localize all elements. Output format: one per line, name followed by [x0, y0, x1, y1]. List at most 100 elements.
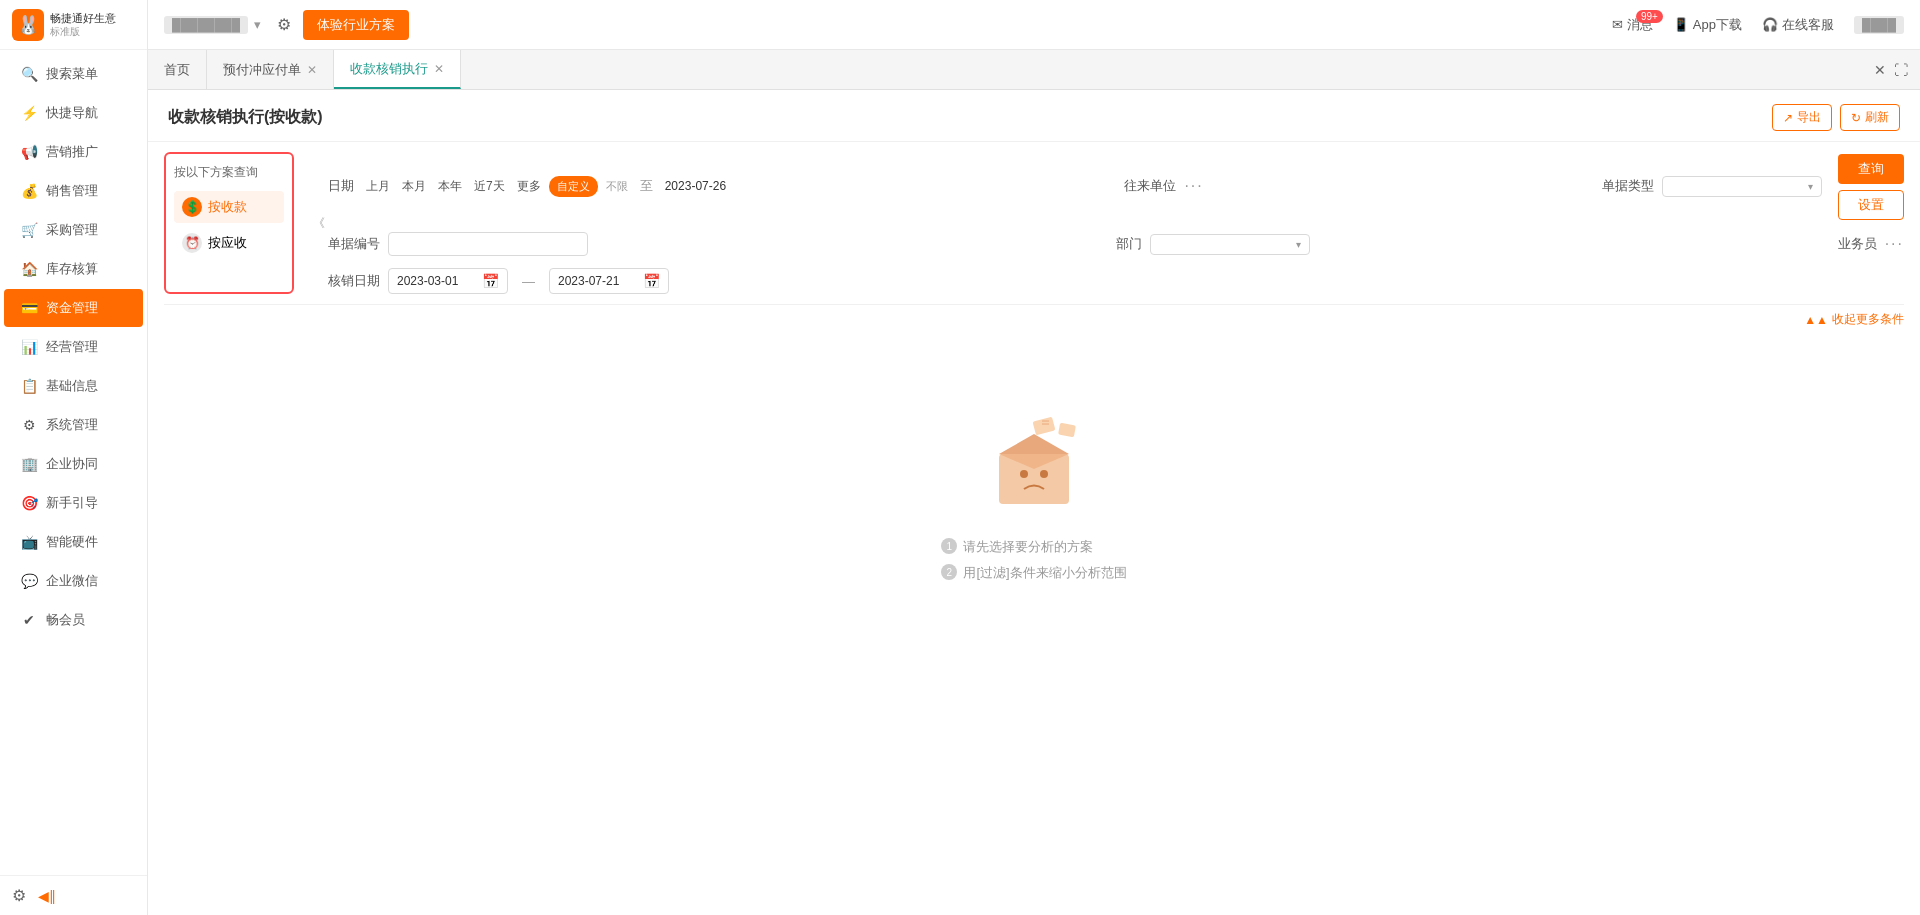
service-icon: 🎧: [1762, 17, 1778, 32]
page-container: 收款核销执行(按收款) ↗ 导出 ↻ 刷新 按以下方案查询: [148, 90, 1920, 915]
svg-point-3: [1020, 470, 1028, 478]
app-icon: 📱: [1673, 17, 1689, 32]
filter-by-receipt[interactable]: 💲 按收款: [174, 191, 284, 223]
sidebar-item-finance[interactable]: 💳 资金管理: [4, 289, 143, 327]
marketing-icon: 📢: [20, 143, 38, 161]
sidebar-item-basic[interactable]: 📋 基础信息: [4, 367, 143, 405]
sidebar-item-enterprise[interactable]: 🏢 企业协同: [4, 445, 143, 483]
staff-label: 业务员: [1838, 235, 1877, 253]
filter-by-receivable[interactable]: ⏰ 按应收: [174, 227, 284, 259]
tab-home[interactable]: 首页: [148, 50, 207, 89]
verify-date-end-input[interactable]: 2023-07-21 📅: [549, 268, 669, 294]
collapse-more-conditions[interactable]: ▲▲ 收起更多条件: [164, 304, 1904, 334]
wechat-icon: 💬: [20, 572, 38, 590]
doctype-select[interactable]: ▾: [1662, 176, 1822, 197]
guide-icon: 🎯: [20, 494, 38, 512]
basic-icon: 📋: [20, 377, 38, 395]
hint-num-2: 2: [941, 564, 957, 580]
dept-field: 部门 ▾: [1116, 234, 1310, 255]
sidebar-label-operation: 经营管理: [46, 338, 98, 356]
top-header: ████████ ▾ ⚙ 体验行业方案 ✉ 消息 99+ 📱 App下载 🎧 在…: [148, 0, 1920, 50]
sidebar-item-quick-nav[interactable]: ⚡ 快捷导航: [4, 94, 143, 132]
member-icon: ✔: [20, 611, 38, 629]
date-label: 日期: [328, 177, 354, 195]
staff-dots-btn[interactable]: ···: [1885, 235, 1904, 253]
empty-hints: 1 请先选择要分析的方案 2 用[过滤]条件来缩小分析范围: [941, 538, 1126, 582]
hardware-icon: 📺: [20, 533, 38, 551]
sidebar-item-purchase[interactable]: 🛒 采购管理: [4, 211, 143, 249]
logo-icon: 🐰: [12, 9, 44, 41]
sidebar-label-finance: 资金管理: [46, 299, 98, 317]
maximize-tab-button[interactable]: ⛶: [1894, 62, 1908, 78]
sidebar-item-search[interactable]: 🔍 搜索菜单: [4, 55, 143, 93]
date-not-limit: 不限: [606, 179, 628, 194]
filter-sidebar: 按以下方案查询 💲 按收款 ⏰ 按应收: [164, 152, 294, 294]
filter-by-receipt-label: 按收款: [208, 198, 247, 216]
sidebar-item-wechat[interactable]: 💬 企业微信: [4, 562, 143, 600]
collapse-label: 收起更多条件: [1832, 311, 1904, 328]
sidebar-nav: 🔍 搜索菜单 ⚡ 快捷导航 📢 营销推广 💰 销售管理 🛒 采购管理 🏠 库存核…: [0, 50, 147, 875]
message-button[interactable]: ✉ 消息 99+: [1612, 16, 1653, 34]
verify-date-field: 核销日期 2023-03-01 📅 — 2023-07-21 📅: [328, 268, 669, 294]
query-button[interactable]: 查询: [1838, 154, 1904, 184]
setting-button[interactable]: 设置: [1838, 190, 1904, 220]
message-icon: ✉: [1612, 17, 1623, 32]
sidebar-label-member: 畅会员: [46, 611, 85, 629]
date-last-month[interactable]: 上月: [362, 176, 394, 197]
date-more[interactable]: 更多: [513, 176, 545, 197]
partner-label: 往来单位: [1124, 177, 1176, 195]
date-7-days[interactable]: 近7天: [470, 176, 509, 197]
filter-form: 日期 上月 本月 本年 近7天 更多 自定义 不限 至 2023: [328, 152, 1904, 294]
app-download-button[interactable]: 📱 App下载: [1673, 16, 1742, 34]
tab-collection-close[interactable]: ✕: [434, 62, 444, 76]
collapse-filter-btn[interactable]: 《: [310, 203, 328, 243]
sidebar-item-sales[interactable]: 💰 销售管理: [4, 172, 143, 210]
receipt-icon: 💲: [182, 197, 202, 217]
empty-hint-2: 2 用[过滤]条件来缩小分析范围: [941, 564, 1126, 582]
solution-button[interactable]: 体验行业方案: [303, 10, 409, 40]
date-buttons: 上月 本月 本年 近7天 更多 自定义: [362, 176, 598, 197]
empty-hint-1: 1 请先选择要分析的方案: [941, 538, 1126, 556]
sidebar-item-operation[interactable]: 📊 经营管理: [4, 328, 143, 366]
tab-prepay[interactable]: 预付冲应付单 ✕: [207, 50, 334, 89]
sidebar-label-system: 系统管理: [46, 416, 98, 434]
docno-input[interactable]: [388, 232, 588, 256]
app-label: App下载: [1693, 16, 1742, 34]
sidebar-item-member[interactable]: ✔ 畅会员: [4, 601, 143, 639]
user-name: ████: [1854, 16, 1904, 34]
docno-label: 单据编号: [328, 235, 380, 253]
export-button[interactable]: ↗ 导出: [1772, 104, 1832, 131]
online-service-button[interactable]: 🎧 在线客服: [1762, 16, 1834, 34]
calendar-start-icon: 📅: [482, 273, 499, 289]
page-header: 收款核销执行(按收款) ↗ 导出 ↻ 刷新: [148, 90, 1920, 142]
settings-icon[interactable]: ⚙: [12, 886, 26, 905]
collapse-sidebar-icon[interactable]: ◀‖: [38, 888, 56, 904]
sidebar-item-system[interactable]: ⚙ 系统管理: [4, 406, 143, 444]
header-gear-icon[interactable]: ⚙: [277, 15, 291, 34]
sidebar: 🐰 畅捷通好生意 标准版 🔍 搜索菜单 ⚡ 快捷导航 📢 营销推广 💰 销售管理…: [0, 0, 148, 915]
verify-date-start-input[interactable]: 2023-03-01 📅: [388, 268, 508, 294]
close-tab-button[interactable]: ✕: [1874, 62, 1886, 78]
date-separator: 至: [640, 177, 653, 195]
page-actions: ↗ 导出 ↻ 刷新: [1772, 104, 1900, 131]
tab-prepay-close[interactable]: ✕: [307, 63, 317, 77]
sidebar-label-search: 搜索菜单: [46, 65, 98, 83]
date-this-month[interactable]: 本月: [398, 176, 430, 197]
partner-dots-btn[interactable]: ···: [1184, 177, 1203, 195]
sidebar-item-marketing[interactable]: 📢 营销推广: [4, 133, 143, 171]
collapse-icon: ▲▲: [1804, 313, 1828, 327]
export-icon: ↗: [1783, 111, 1793, 125]
filter-actions: 查询 设置: [1838, 152, 1904, 220]
date-this-year[interactable]: 本年: [434, 176, 466, 197]
date-custom-btn[interactable]: 自定义: [549, 176, 598, 197]
company-selector[interactable]: ████████ ▾: [164, 16, 261, 34]
dept-select[interactable]: ▾: [1150, 234, 1310, 255]
sidebar-item-inventory[interactable]: 🏠 库存核算: [4, 250, 143, 288]
sidebar-label-basic: 基础信息: [46, 377, 98, 395]
sidebar-item-hardware[interactable]: 📺 智能硬件: [4, 523, 143, 561]
sidebar-item-guide[interactable]: 🎯 新手引导: [4, 484, 143, 522]
doctype-label: 单据类型: [1602, 177, 1654, 195]
tab-collection[interactable]: 收款核销执行 ✕: [334, 50, 461, 89]
message-badge: 99+: [1636, 10, 1663, 23]
refresh-button[interactable]: ↻ 刷新: [1840, 104, 1900, 131]
